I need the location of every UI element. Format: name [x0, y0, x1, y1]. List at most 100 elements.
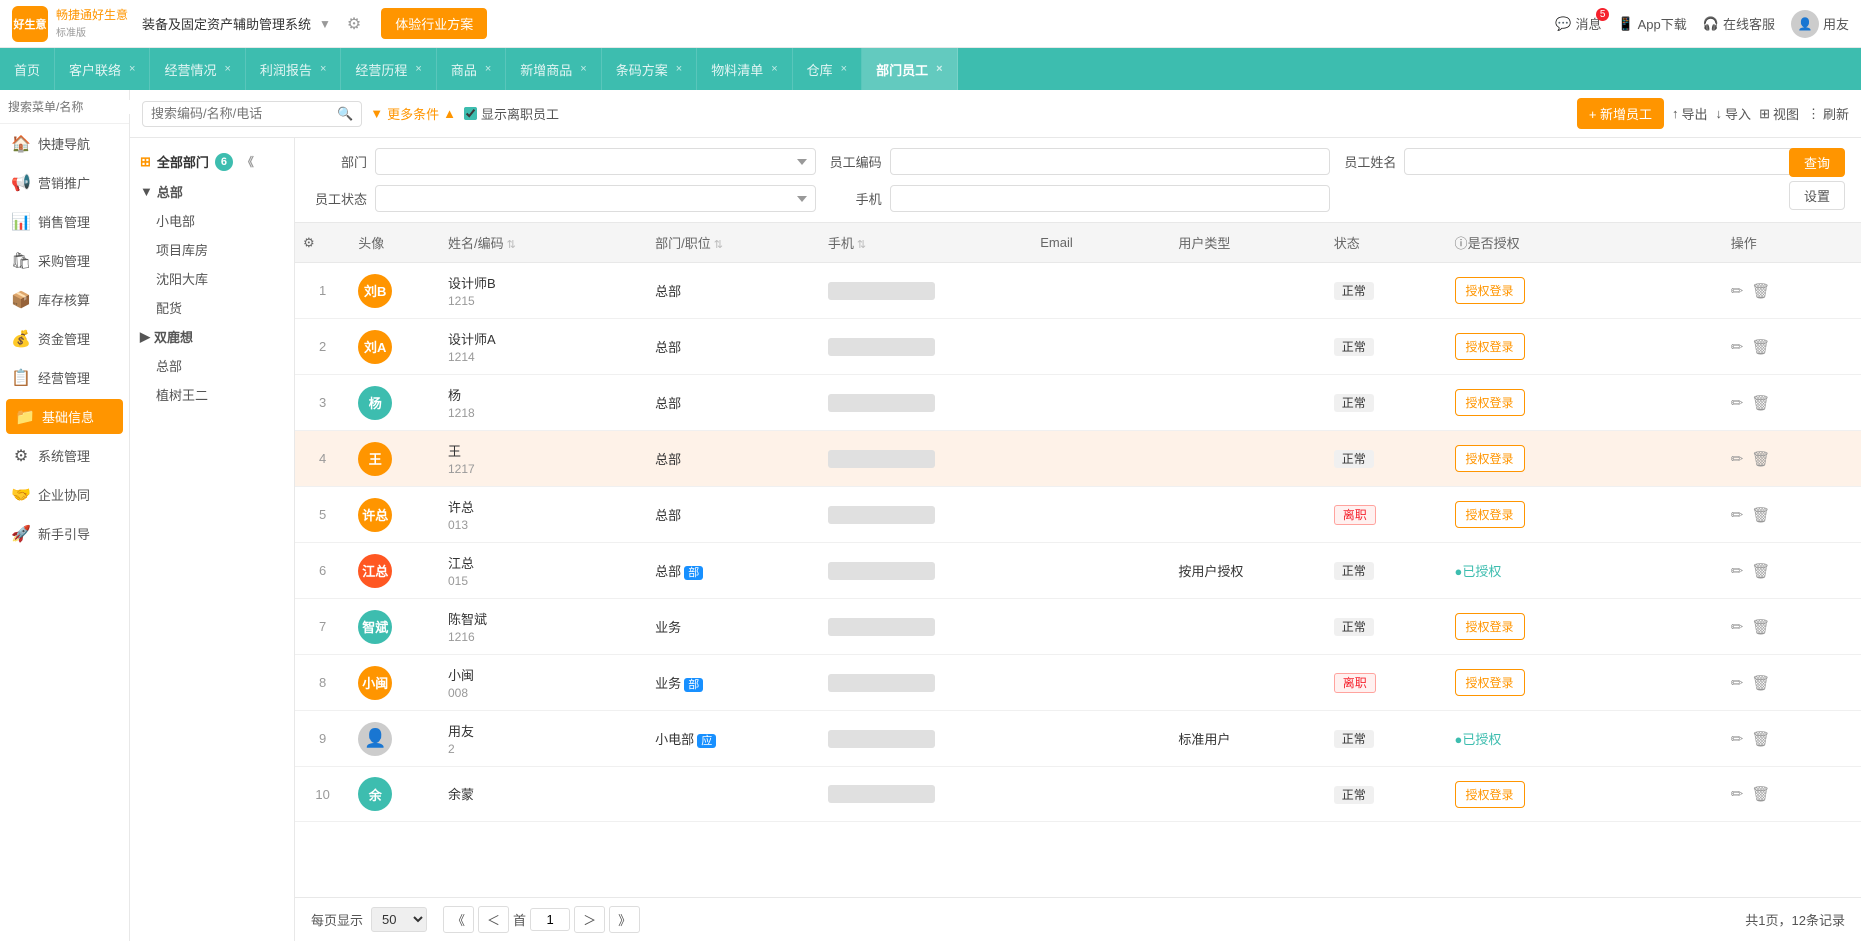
tab-goods[interactable]: 商品×: [437, 48, 506, 90]
tab-close[interactable]: ×: [841, 63, 847, 75]
sidebar-item-finance[interactable]: 💰资金管理: [0, 319, 129, 358]
delete-icon[interactable]: 🗑: [1751, 394, 1770, 412]
view-button[interactable]: ⊞ 视图: [1759, 104, 1799, 123]
dept-collapse-icon[interactable]: 《: [239, 153, 257, 171]
edit-icon[interactable]: ✏: [1731, 562, 1744, 580]
dept-node-small-elec[interactable]: 小电部: [136, 206, 288, 235]
more-filter-button[interactable]: ▼ 更多条件 ▲: [370, 104, 456, 123]
show-inactive-checkbox[interactable]: [464, 107, 477, 120]
tab-history[interactable]: 经营历程×: [341, 48, 436, 90]
search-input[interactable]: [151, 106, 331, 121]
settings-icon[interactable]: ⚙: [347, 14, 361, 34]
edit-icon[interactable]: ✏: [1731, 730, 1744, 748]
show-inactive-toggle[interactable]: 显示离职员工: [464, 104, 559, 123]
trial-button[interactable]: 体验行业方案: [381, 8, 487, 39]
tab-close[interactable]: ×: [129, 63, 135, 75]
tab-warehouse[interactable]: 仓库×: [793, 48, 862, 90]
page-number-input[interactable]: [530, 908, 570, 931]
delete-icon[interactable]: 🗑: [1751, 282, 1770, 300]
auth-login-button[interactable]: 授权登录: [1455, 333, 1525, 360]
sidebar-item-inventory[interactable]: 📦库存核算: [0, 280, 129, 319]
sidebar-item-basic[interactable]: 📁基础信息: [6, 399, 123, 434]
tab-close[interactable]: ×: [936, 63, 942, 75]
tab-bom[interactable]: 物料清单×: [697, 48, 792, 90]
dept-node-hq[interactable]: 总部: [136, 351, 288, 380]
edit-icon[interactable]: ✏: [1731, 618, 1744, 636]
delete-icon[interactable]: 🗑: [1751, 674, 1770, 692]
delete-icon[interactable]: 🗑: [1751, 338, 1770, 356]
dept-node-zhishu[interactable]: 植树王二: [136, 380, 288, 409]
first-page-button[interactable]: 《: [443, 906, 474, 933]
auth-login-button[interactable]: 授权登录: [1455, 501, 1525, 528]
sidebar-item-collab[interactable]: 🤝企业协同: [0, 475, 129, 514]
delete-icon[interactable]: 🗑: [1751, 618, 1770, 636]
col-phone[interactable]: 手机⇅: [820, 223, 1032, 263]
edit-icon[interactable]: ✏: [1731, 282, 1744, 300]
settings-icon[interactable]: ⚙: [303, 235, 315, 250]
tab-close[interactable]: ×: [485, 63, 491, 75]
col-dept[interactable]: 部门/职位⇅: [647, 223, 820, 263]
app-download-button[interactable]: 📱 App下载: [1617, 14, 1686, 33]
dept-node-general[interactable]: ▼ 总部: [136, 177, 288, 206]
auth-login-button[interactable]: 授权登录: [1455, 445, 1525, 472]
tab-close[interactable]: ×: [224, 63, 230, 75]
tab-close[interactable]: ×: [580, 63, 586, 75]
tab-close[interactable]: ×: [320, 63, 326, 75]
tab-home[interactable]: 首页: [0, 48, 55, 90]
last-page-button[interactable]: 》: [609, 906, 640, 933]
sidebar-item-nav[interactable]: 🏠快捷导航: [0, 124, 129, 163]
online-service-button[interactable]: 🎧 在线客服: [1703, 14, 1775, 33]
filter-phone-input[interactable]: [890, 185, 1331, 212]
auth-login-button[interactable]: 授权登录: [1455, 669, 1525, 696]
import-button[interactable]: ↓ 导入: [1716, 104, 1752, 123]
add-employee-button[interactable]: + 新增员工: [1577, 98, 1664, 129]
query-button[interactable]: 查询: [1789, 148, 1845, 177]
delete-icon[interactable]: 🗑: [1751, 785, 1770, 803]
edit-icon[interactable]: ✏: [1731, 785, 1744, 803]
tab-close[interactable]: ×: [771, 63, 777, 75]
tab-profit[interactable]: 利润报告×: [246, 48, 341, 90]
more-button[interactable]: ⋮ 刷新: [1807, 104, 1849, 123]
sidebar-item-management[interactable]: 📋经营管理: [0, 358, 129, 397]
auth-login-button[interactable]: 授权登录: [1455, 389, 1525, 416]
edit-icon[interactable]: ✏: [1731, 674, 1744, 692]
edit-icon[interactable]: ✏: [1731, 338, 1744, 356]
edit-icon[interactable]: ✏: [1731, 506, 1744, 524]
prev-page-button[interactable]: ＜: [478, 906, 509, 933]
dept-node-shuang[interactable]: ▶ 双鹿想: [136, 322, 288, 351]
export-button[interactable]: ↑ 导出: [1672, 104, 1708, 123]
per-page-select[interactable]: 50 100: [371, 907, 427, 932]
col-name[interactable]: 姓名/编码⇅: [440, 223, 647, 263]
sidebar-item-guide[interactable]: 🚀新手引导: [0, 514, 129, 553]
auth-login-button[interactable]: 授权登录: [1455, 781, 1525, 808]
tab-barcode[interactable]: 条码方案×: [602, 48, 697, 90]
message-button[interactable]: 💬 消息 5: [1555, 14, 1601, 33]
dept-node-shenyang[interactable]: 沈阳大库: [136, 264, 288, 293]
tab-close[interactable]: ×: [676, 63, 682, 75]
tab-employees[interactable]: 部门员工×: [862, 48, 957, 90]
edit-icon[interactable]: ✏: [1731, 394, 1744, 412]
auth-login-button[interactable]: 授权登录: [1455, 613, 1525, 640]
next-page-button[interactable]: ＞: [574, 906, 605, 933]
user-area[interactable]: 👤 用友: [1791, 10, 1849, 38]
tab-close[interactable]: ×: [415, 63, 421, 75]
sidebar-item-marketing[interactable]: 📢营销推广: [0, 163, 129, 202]
delete-icon[interactable]: 🗑: [1751, 450, 1770, 468]
delete-icon[interactable]: 🗑: [1751, 506, 1770, 524]
filter-status-select[interactable]: [375, 185, 816, 212]
delete-icon[interactable]: 🗑: [1751, 562, 1770, 580]
delete-icon[interactable]: 🗑: [1751, 730, 1770, 748]
sidebar-item-purchase[interactable]: 🛍采购管理: [0, 241, 129, 280]
filter-dept-select[interactable]: [375, 148, 816, 175]
dept-node-project[interactable]: 项目库房: [136, 235, 288, 264]
reset-button[interactable]: 设置: [1789, 181, 1845, 210]
filter-name-input[interactable]: [1404, 148, 1845, 175]
system-dropdown-icon[interactable]: ▼: [319, 17, 331, 31]
tab-customer[interactable]: 客户联络×: [55, 48, 150, 90]
tab-business[interactable]: 经营情况×: [150, 48, 245, 90]
auth-login-button[interactable]: 授权登录: [1455, 277, 1525, 304]
dept-node-delivery[interactable]: 配货: [136, 293, 288, 322]
sidebar-item-sales[interactable]: 📊销售管理: [0, 202, 129, 241]
edit-icon[interactable]: ✏: [1731, 450, 1744, 468]
filter-code-input[interactable]: [890, 148, 1331, 175]
